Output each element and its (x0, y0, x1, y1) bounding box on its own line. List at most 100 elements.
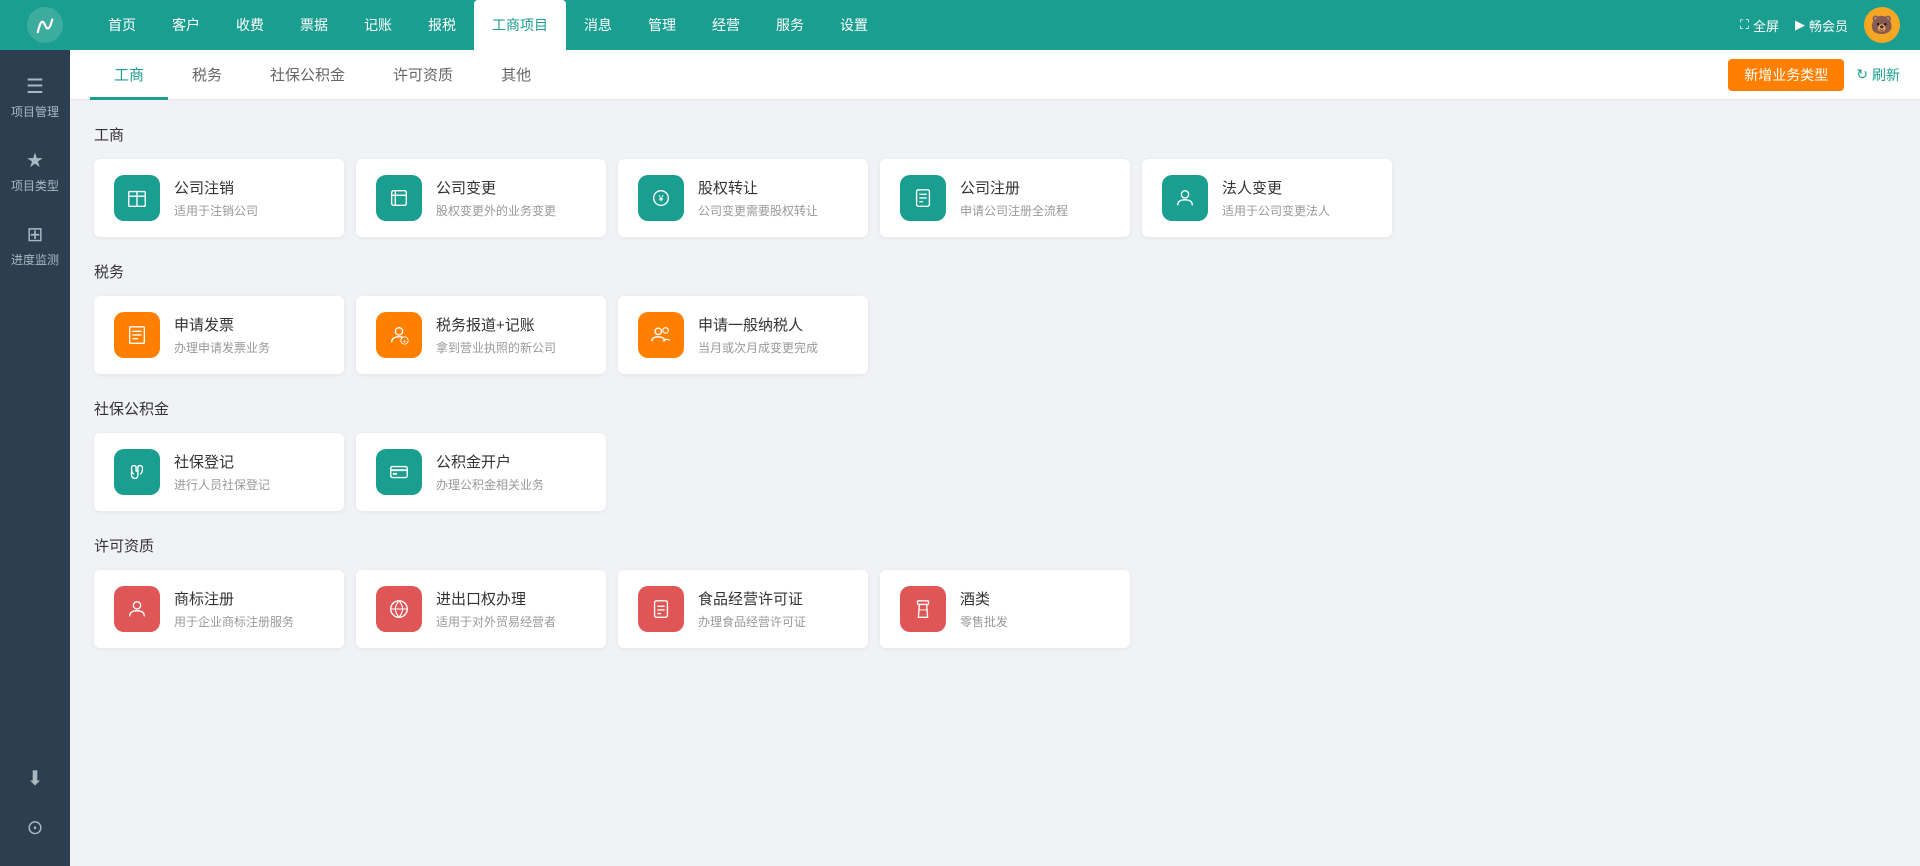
tabs: 工商税务社保公积金许可资质其他 (90, 50, 555, 99)
card-desc: 办理公积金相关业务 (436, 476, 544, 493)
section-title: 工商 (94, 124, 1896, 145)
card-info: 法人变更适用于公司变更法人 (1222, 177, 1330, 219)
fullscreen-icon: ⛶ (1740, 17, 1749, 33)
nav-item-票据[interactable]: 票据 (282, 0, 346, 50)
sidebar-item-project-management[interactable]: ☰ 项目管理 (0, 60, 70, 134)
card-name: 税务报道+记账 (436, 314, 556, 335)
card-name: 公司变更 (436, 177, 556, 198)
vip-button[interactable]: ▶ 畅会员 (1795, 16, 1848, 35)
card-法人变更[interactable]: 法人变更适用于公司变更法人 (1142, 159, 1392, 237)
card-desc: 办理食品经营许可证 (698, 613, 806, 630)
card-name: 公积金开户 (436, 451, 544, 472)
fullscreen-label: 全屏 (1753, 16, 1779, 35)
card-icon: + (376, 312, 422, 358)
tab-税务[interactable]: 税务 (168, 51, 246, 100)
card-公司变更[interactable]: 公司变更股权变更外的业务变更 (356, 159, 606, 237)
card-desc: 办理申请发票业务 (174, 339, 270, 356)
list-icon: ☰ (26, 74, 44, 99)
card-icon (638, 586, 684, 632)
card-desc: 股权变更外的业务变更 (436, 202, 556, 219)
card-info: 酒类零售批发 (960, 588, 1008, 630)
logo (10, 7, 80, 43)
nav-item-经营[interactable]: 经营 (694, 0, 758, 50)
tab-其他[interactable]: 其他 (477, 51, 555, 100)
card-name: 股权转让 (698, 177, 818, 198)
download-icon: ⬇ (27, 766, 44, 791)
section-title: 许可资质 (94, 535, 1896, 556)
card-icon (114, 586, 160, 632)
sidebar-item-progress-monitor[interactable]: ⊞ 进度监测 (0, 208, 70, 282)
card-info: 公积金开户办理公积金相关业务 (436, 451, 544, 493)
nav-item-首页[interactable]: 首页 (90, 0, 154, 50)
section-title: 社保公积金 (94, 398, 1896, 419)
sidebar: ☰ 项目管理 ★ 项目类型 ⊞ 进度监测 ⬇ ⊙ (0, 50, 70, 866)
card-商标注册[interactable]: 商标注册用于企业商标注册服务 (94, 570, 344, 648)
card-icon (376, 586, 422, 632)
card-icon (114, 175, 160, 221)
card-desc: 适用于公司变更法人 (1222, 202, 1330, 219)
section-社保公积金: 社保公积金社保登记进行人员社保登记 公积金开户办理公积金相关业务 (94, 398, 1896, 511)
page-content: 工商公司注销适用于注销公司公司变更股权变更外的业务变更¥股权转让公司变更需要股权… (70, 100, 1920, 866)
nav-item-记账[interactable]: 记账 (346, 0, 410, 50)
card-info: 申请发票办理申请发票业务 (174, 314, 270, 356)
add-business-type-button[interactable]: 新增业务类型 (1728, 59, 1844, 91)
card-公积金开户[interactable]: 公积金开户办理公积金相关业务 (356, 433, 606, 511)
tab-许可资质[interactable]: 许可资质 (369, 51, 477, 100)
card-icon (376, 175, 422, 221)
card-desc: 用于企业商标注册服务 (174, 613, 294, 630)
card-desc: 进行人员社保登记 (174, 476, 270, 493)
nav-item-消息[interactable]: 消息 (566, 0, 630, 50)
card-进出口权办理[interactable]: 进出口权办理适用于对外贸易经营者 (356, 570, 606, 648)
section-许可资质: 许可资质商标注册用于企业商标注册服务 进出口权办理适用于对外贸易经营者 食品经营许可… (94, 535, 1896, 648)
card-info: 申请一般纳税人当月或次月成变更完成 (698, 314, 818, 356)
main-layout: ☰ 项目管理 ★ 项目类型 ⊞ 进度监测 ⬇ ⊙ 工商税务社保公积金许可资质其他… (0, 50, 1920, 866)
tab-actions: 新增业务类型 ↻ 刷新 (1728, 59, 1900, 91)
nav-item-工商项目[interactable]: 工商项目 (474, 0, 566, 50)
card-desc: 适用于对外贸易经营者 (436, 613, 556, 630)
nav-item-设置[interactable]: 设置 (822, 0, 886, 50)
card-股权转让[interactable]: ¥股权转让公司变更需要股权转让 (618, 159, 868, 237)
card-申请一般纳税人[interactable]: 申请一般纳税人当月或次月成变更完成 (618, 296, 868, 374)
card-name: 进出口权办理 (436, 588, 556, 609)
right-actions: ⛶ 全屏 ▶ 畅会员 🐻 (1740, 7, 1920, 43)
card-desc: 零售批发 (960, 613, 1008, 630)
card-社保登记[interactable]: 社保登记进行人员社保登记 (94, 433, 344, 511)
grid-icon: ⊞ (27, 222, 44, 247)
avatar[interactable]: 🐻 (1864, 7, 1900, 43)
refresh-button[interactable]: ↻ 刷新 (1856, 65, 1900, 85)
nav-item-服务[interactable]: 服务 (758, 0, 822, 50)
top-navigation: 首页客户收费票据记账报税工商项目消息管理经营服务设置 ⛶ 全屏 ▶ 畅会员 🐻 (0, 0, 1920, 50)
card-info: 食品经营许可证办理食品经营许可证 (698, 588, 806, 630)
nav-item-报税[interactable]: 报税 (410, 0, 474, 50)
nav-item-客户[interactable]: 客户 (154, 0, 218, 50)
nav-item-收费[interactable]: 收费 (218, 0, 282, 50)
card-name: 申请发票 (174, 314, 270, 335)
card-税务报道+记账[interactable]: + 税务报道+记账拿到营业执照的新公司 (356, 296, 606, 374)
section-税务: 税务申请发票办理申请发票业务+税务报道+记账拿到营业执照的新公司申请一般纳税人当… (94, 261, 1896, 374)
sidebar-item-project-type[interactable]: ★ 项目类型 (0, 134, 70, 208)
card-食品经营许可证[interactable]: 食品经营许可证办理食品经营许可证 (618, 570, 868, 648)
card-info: 公司注册申请公司注册全流程 (960, 177, 1068, 219)
card-公司注册[interactable]: 公司注册申请公司注册全流程 (880, 159, 1130, 237)
card-酒类[interactable]: 酒类零售批发 (880, 570, 1130, 648)
sidebar-item-download[interactable]: ⬇ (0, 756, 70, 801)
location-icon: ⊙ (27, 815, 44, 840)
card-icon (900, 586, 946, 632)
tab-bar: 工商税务社保公积金许可资质其他 新增业务类型 ↻ 刷新 (70, 50, 1920, 100)
card-desc: 拿到营业执照的新公司 (436, 339, 556, 356)
svg-text:¥: ¥ (657, 194, 664, 204)
svg-text:+: + (403, 338, 407, 345)
cards-grid: 公司注销适用于注销公司公司变更股权变更外的业务变更¥股权转让公司变更需要股权转让… (94, 159, 1896, 237)
card-info: 社保登记进行人员社保登记 (174, 451, 270, 493)
card-申请发票[interactable]: 申请发票办理申请发票业务 (94, 296, 344, 374)
nav-item-管理[interactable]: 管理 (630, 0, 694, 50)
card-info: 商标注册用于企业商标注册服务 (174, 588, 294, 630)
sidebar-item-settings[interactable]: ⊙ (0, 805, 70, 850)
card-公司注销[interactable]: 公司注销适用于注销公司 (94, 159, 344, 237)
fullscreen-button[interactable]: ⛶ 全屏 (1740, 16, 1779, 35)
tab-社保公积金[interactable]: 社保公积金 (246, 51, 369, 100)
card-info: 进出口权办理适用于对外贸易经营者 (436, 588, 556, 630)
tab-工商[interactable]: 工商 (90, 51, 168, 100)
card-icon (638, 312, 684, 358)
cards-grid: 社保登记进行人员社保登记 公积金开户办理公积金相关业务 (94, 433, 1896, 511)
